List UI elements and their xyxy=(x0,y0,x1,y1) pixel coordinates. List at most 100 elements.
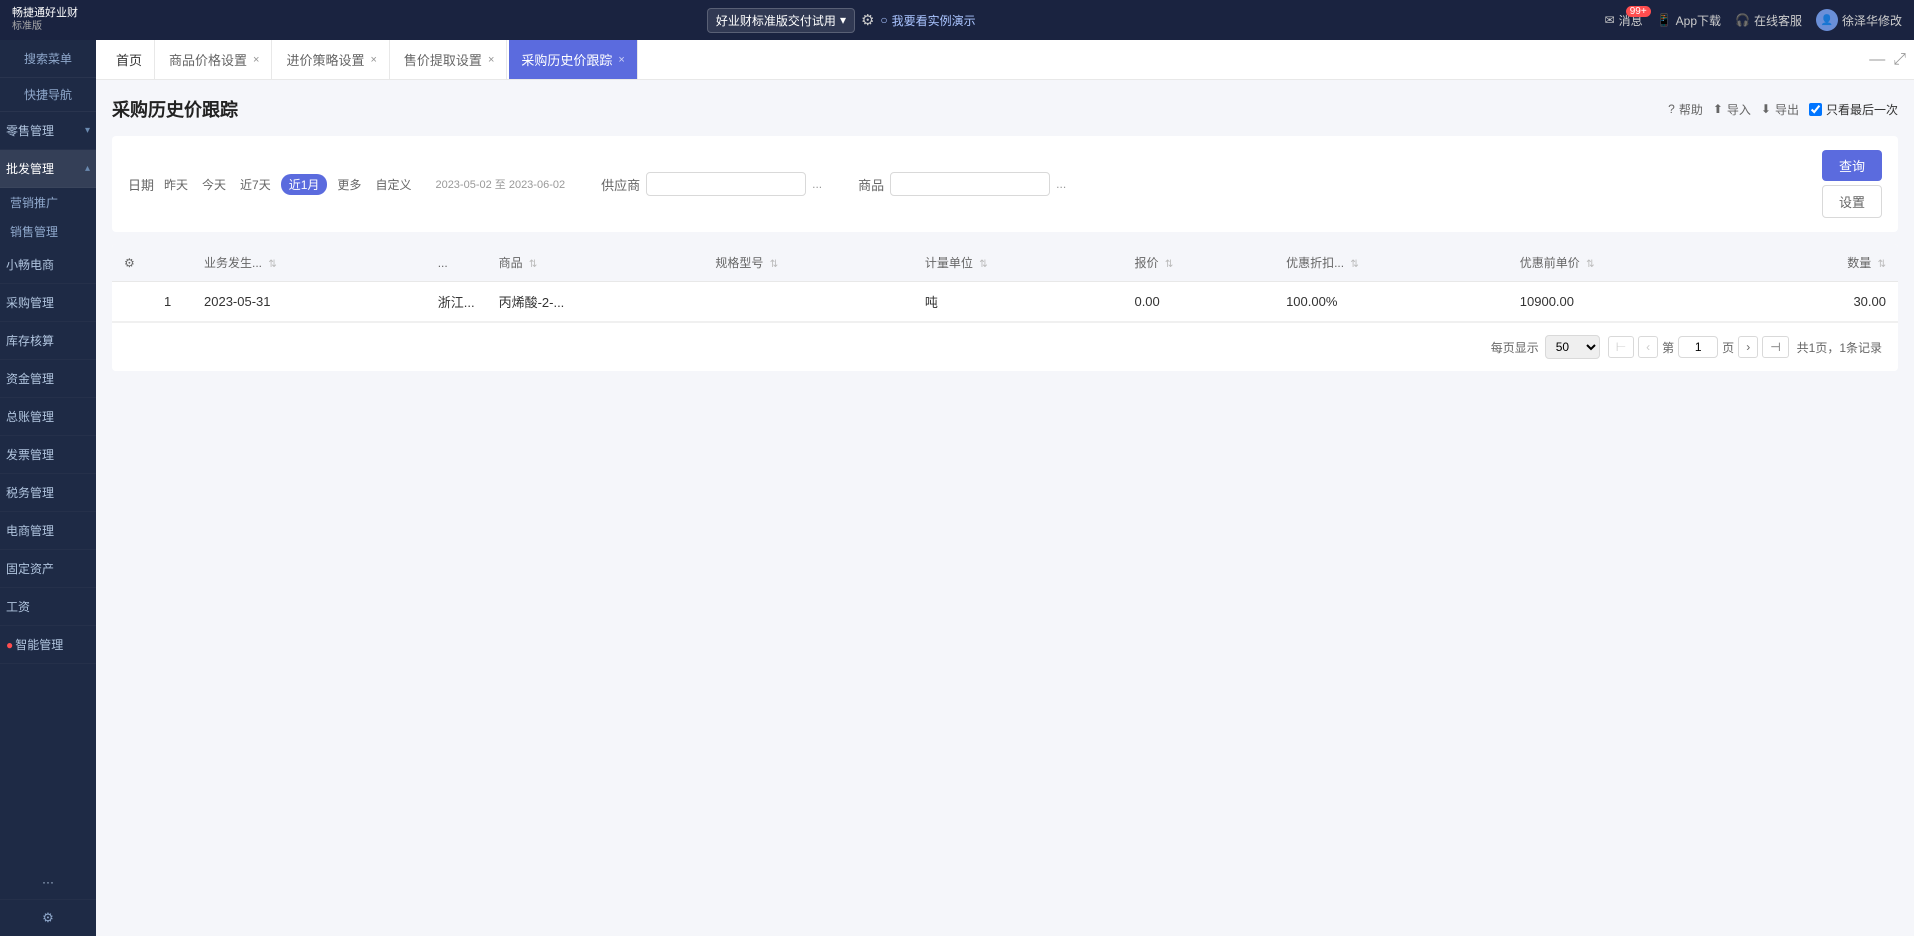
pagination: 每页显示 20 50 100 ⊢ ‹ 第 页 › xyxy=(112,322,1898,371)
import-button[interactable]: ⬆ 导入 xyxy=(1713,101,1751,118)
sidebar-item-purchase[interactable]: 采购管理 xyxy=(0,284,96,322)
date-btn-1month[interactable]: 近1月 xyxy=(281,174,328,195)
only-last-checkbox[interactable]: 只看最后一次 xyxy=(1809,101,1898,118)
help-icon: ? xyxy=(1668,102,1675,116)
sidebar-item-general-ledger[interactable]: 总账管理 xyxy=(0,398,96,436)
query-button[interactable]: 查询 xyxy=(1822,150,1882,181)
tab-price-setting[interactable]: 商品价格设置 × xyxy=(157,40,272,79)
per-page-select[interactable]: 20 50 100 xyxy=(1545,335,1600,359)
tabs: 首页 商品价格设置 × 进价策略设置 × 售价提取设置 × 采购历史价跟踪 × xyxy=(104,40,638,79)
close-icon[interactable]: × xyxy=(618,54,624,66)
tab-sale-price[interactable]: 售价提取设置 × xyxy=(392,40,507,79)
table-header: ⚙ 业务发生... ⇅ ... 商品 ⇅ xyxy=(112,244,1898,282)
tab-purchase-strategy[interactable]: 进价策略设置 × xyxy=(274,40,389,79)
product-filter: 商品 ... xyxy=(858,172,1066,196)
settings-button[interactable]: 设置 xyxy=(1822,185,1882,218)
col-product[interactable]: 商品 ⇅ xyxy=(487,244,704,282)
page-input[interactable] xyxy=(1678,336,1718,358)
cell-no: 1 xyxy=(152,282,192,322)
tab-actions: — ⤢ xyxy=(1869,51,1906,69)
date-btn-7days[interactable]: 近7天 xyxy=(236,174,275,195)
tab-purchase-history[interactable]: 采购历史价跟踪 × xyxy=(509,40,637,79)
app-download-action[interactable]: 📱 App下载 xyxy=(1657,12,1721,29)
col-more[interactable]: ... xyxy=(426,244,487,282)
top-bar: 畅捷通好业财 标准版 好业财标准版交付试用 ▾ ⚙ ○ 我要看实例演示 ✉ 消息… xyxy=(0,0,1914,40)
sidebar-sub-sales[interactable]: 销售管理 xyxy=(0,217,96,246)
sidebar-quick-nav[interactable]: 快捷导航 xyxy=(0,78,96,112)
date-filter-options: 昨天 今天 近7天 近1月 更多 自定义 xyxy=(160,174,415,195)
sidebar-search[interactable]: 搜索菜单 xyxy=(0,40,96,78)
supplier-label: 供应商 xyxy=(601,175,640,194)
sidebar-item-tax[interactable]: 税务管理 xyxy=(0,474,96,512)
close-icon[interactable]: × xyxy=(370,54,376,66)
date-btn-today[interactable]: 今天 xyxy=(198,174,230,195)
user-avatar: 👤 xyxy=(1816,9,1838,31)
cell-settings xyxy=(112,282,152,322)
supplier-more[interactable]: ... xyxy=(812,177,822,191)
sidebar-item-finance[interactable]: 资金管理 xyxy=(0,360,96,398)
next-page-button[interactable]: › xyxy=(1738,336,1758,358)
supplier-filter: 供应商 ... xyxy=(601,172,822,196)
minimize-icon[interactable]: — xyxy=(1869,51,1885,69)
sidebar-item-wholesale[interactable]: 批发管理 ▴ xyxy=(0,150,96,188)
sidebar-item-smart[interactable]: ●智能管理 xyxy=(0,626,96,664)
table-header-row: ⚙ 业务发生... ⇅ ... 商品 ⇅ xyxy=(112,244,1898,282)
sidebar-item-more[interactable]: ··· xyxy=(0,865,96,900)
sidebar-gear-icon[interactable]: ⚙ xyxy=(0,900,96,936)
sidebar-item-ecommerce-small[interactable]: 小畅电商 xyxy=(0,246,96,284)
help-button[interactable]: ? 帮助 xyxy=(1668,101,1703,118)
last-page-button[interactable]: ⊣ xyxy=(1762,336,1788,358)
sidebar-sub-marketing[interactable]: 营销推广 xyxy=(0,188,96,217)
close-icon[interactable]: × xyxy=(488,54,494,66)
supplier-input[interactable] xyxy=(646,172,806,196)
message-action[interactable]: ✉ 消息 99+ xyxy=(1605,12,1643,29)
col-quantity[interactable]: 数量 ⇅ xyxy=(1746,244,1898,282)
demo-link[interactable]: ○ 我要看实例演示 xyxy=(880,12,975,29)
sidebar-item-inventory[interactable]: 库存核算 xyxy=(0,322,96,360)
date-btn-more[interactable]: 更多 xyxy=(333,174,365,195)
col-spec[interactable]: 规格型号 ⇅ xyxy=(703,244,913,282)
sidebar-item-payroll[interactable]: 工资 xyxy=(0,588,96,626)
sidebar-item-fixed-assets[interactable]: 固定资产 xyxy=(0,550,96,588)
sidebar: 搜索菜单 快捷导航 零售管理 ▾ 批发管理 ▴ 营销推广 销售管理 小畅电商 采… xyxy=(0,40,96,936)
col-unit[interactable]: 计量单位 ⇅ xyxy=(913,244,1123,282)
sidebar-item-ecommerce[interactable]: 电商管理 xyxy=(0,512,96,550)
edition-selector[interactable]: 好业财标准版交付试用 ▾ xyxy=(707,8,855,33)
col-date[interactable]: 业务发生... ⇅ xyxy=(192,244,426,282)
content-area: 首页 商品价格设置 × 进价策略设置 × 售价提取设置 × 采购历史价跟踪 × xyxy=(96,40,1914,936)
tab-home[interactable]: 首页 xyxy=(104,40,155,79)
page-nav: ⊢ ‹ 第 页 › ⊣ xyxy=(1608,336,1789,358)
online-service-action[interactable]: 🎧 在线客服 xyxy=(1735,12,1802,29)
date-btn-custom[interactable]: 自定义 xyxy=(371,174,415,195)
filter-bar: 日期 昨天 今天 近7天 近1月 更多 自定义 2023-05-02 至 202… xyxy=(112,136,1898,232)
product-more[interactable]: ... xyxy=(1056,177,1066,191)
first-page-button[interactable]: ⊢ xyxy=(1608,336,1634,358)
gear-icon: ⚙ xyxy=(124,256,135,270)
date-btn-yesterday[interactable]: 昨天 xyxy=(160,174,192,195)
sidebar-item-invoice[interactable]: 发票管理 xyxy=(0,436,96,474)
table-row: 1 2023-05-31 浙江... 丙烯酸-2-... 吨 0.00 100.… xyxy=(112,282,1898,322)
col-discount[interactable]: 优惠折扣... ⇅ xyxy=(1274,244,1508,282)
page-title: 采购历史价跟踪 xyxy=(112,96,238,122)
cell-discount: 100.00% xyxy=(1274,282,1508,322)
edition-settings-icon[interactable]: ⚙ xyxy=(861,11,874,29)
app-branding: 畅捷通好业财 标准版 xyxy=(12,7,78,32)
product-input[interactable] xyxy=(890,172,1050,196)
cell-date: 2023-05-31 xyxy=(192,282,426,322)
user-profile[interactable]: 👤 徐泽华修改 xyxy=(1816,9,1902,31)
sidebar-item-retail[interactable]: 零售管理 ▾ xyxy=(0,112,96,150)
export-button[interactable]: ⬇ 导出 xyxy=(1761,101,1799,118)
page-info: 共1页，1条记录 xyxy=(1797,339,1882,356)
col-price[interactable]: 报价 ⇅ xyxy=(1122,244,1274,282)
top-bar-right: ✉ 消息 99+ 📱 App下载 🎧 在线客服 👤 徐泽华修改 xyxy=(1605,9,1902,31)
close-icon[interactable]: × xyxy=(253,54,259,66)
col-settings[interactable]: ⚙ xyxy=(112,244,152,282)
prev-page-button[interactable]: ‹ xyxy=(1638,336,1658,358)
message-badge: 99+ xyxy=(1626,6,1651,17)
col-prediscount-price[interactable]: 优惠前单价 ⇅ xyxy=(1508,244,1747,282)
page-content: 采购历史价跟踪 ? 帮助 ⬆ 导入 ⬇ 导出 xyxy=(96,80,1914,936)
maximize-icon[interactable]: ⤢ xyxy=(1893,51,1906,69)
main-layout: 搜索菜单 快捷导航 零售管理 ▾ 批发管理 ▴ 营销推广 销售管理 小畅电商 采… xyxy=(0,40,1914,936)
cell-prediscount-price: 10900.00 xyxy=(1508,282,1747,322)
cell-spec xyxy=(703,282,913,322)
